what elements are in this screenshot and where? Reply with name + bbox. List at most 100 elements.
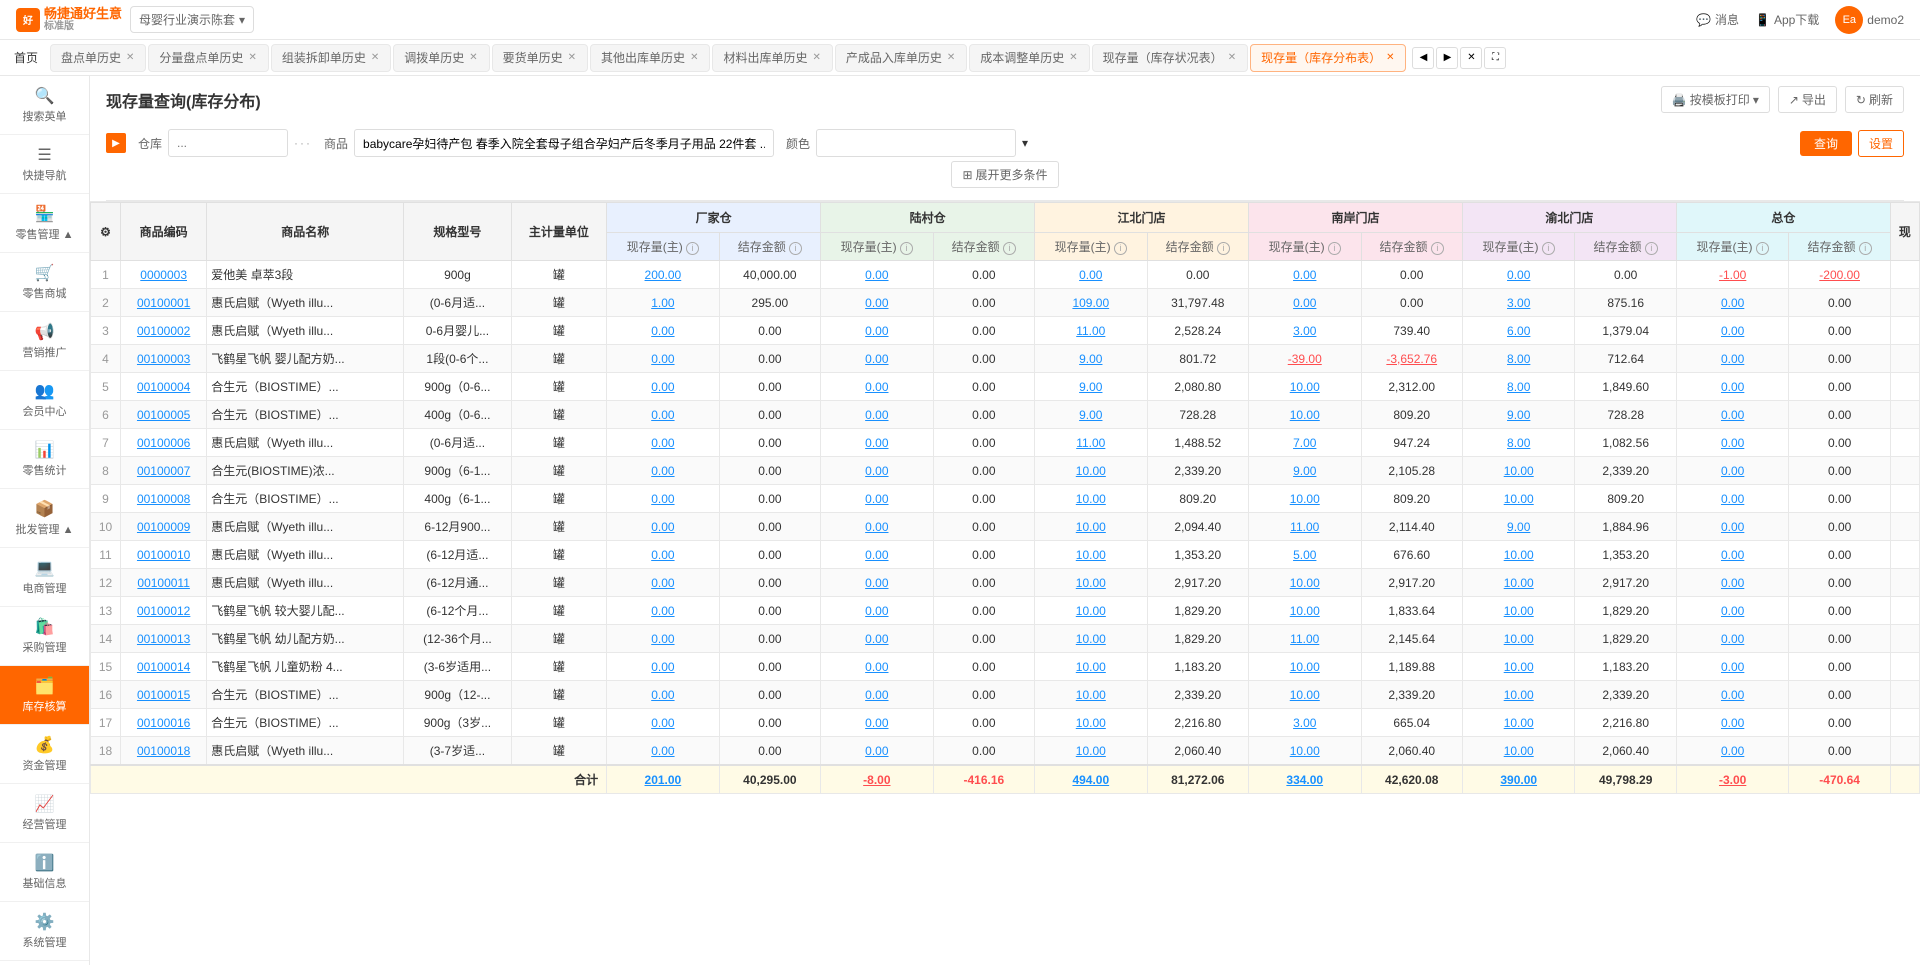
table-cell[interactable]: 0.00 xyxy=(607,737,720,766)
print-btn[interactable]: 🖨️ 按模板打印 ▾ xyxy=(1661,86,1770,113)
footer-total-qty[interactable]: -3.00 xyxy=(1676,765,1789,794)
table-cell[interactable]: 10.00 xyxy=(1249,569,1362,597)
table-cell[interactable]: 10.00 xyxy=(1035,597,1148,625)
table-cell[interactable]: 0.00 xyxy=(607,345,720,373)
table-cell[interactable]: 10.00 xyxy=(1462,457,1575,485)
table-cell[interactable]: 10.00 xyxy=(1249,373,1362,401)
table-cell[interactable]: 10.00 xyxy=(1462,709,1575,737)
table-cell[interactable]: 10.00 xyxy=(1462,569,1575,597)
footer-lc-qty[interactable]: -8.00 xyxy=(821,765,934,794)
table-cell[interactable]: 10.00 xyxy=(1035,569,1148,597)
table-cell[interactable]: 10.00 xyxy=(1249,597,1362,625)
table-cell[interactable]: 0000003 xyxy=(121,261,207,289)
table-cell[interactable]: 10.00 xyxy=(1249,737,1362,766)
table-cell[interactable]: 5.00 xyxy=(1249,541,1362,569)
table-cell[interactable]: 0.00 xyxy=(607,653,720,681)
table-cell[interactable]: 0.00 xyxy=(1676,373,1789,401)
table-cell[interactable]: 0.00 xyxy=(821,345,934,373)
table-cell[interactable]: 0.00 xyxy=(821,709,934,737)
table-cell[interactable]: 0.00 xyxy=(607,541,720,569)
sidebar-item-mall[interactable]: 🛒 零售商城 xyxy=(0,253,89,312)
tab-material-out[interactable]: 材料出库单历史 ✕ xyxy=(712,44,832,72)
company-selector[interactable]: 母婴行业演示陈套 ▾ xyxy=(130,6,254,33)
table-cell[interactable]: 0.00 xyxy=(821,513,934,541)
table-cell[interactable]: 0.00 xyxy=(1676,513,1789,541)
sidebar-item-retail[interactable]: 🏪 零售管理 ▲ xyxy=(0,194,89,253)
table-cell[interactable]: 10.00 xyxy=(1035,541,1148,569)
table-cell[interactable]: 10.00 xyxy=(1035,737,1148,766)
table-cell[interactable]: 0.00 xyxy=(607,401,720,429)
sidebar-item-operation[interactable]: 📈 经营管理 xyxy=(0,784,89,843)
table-cell[interactable]: 10.00 xyxy=(1462,653,1575,681)
user-info[interactable]: Ea demo2 xyxy=(1835,6,1904,34)
tab-close-all-btn[interactable]: ✕ xyxy=(1460,47,1482,69)
table-cell[interactable]: 9.00 xyxy=(1462,401,1575,429)
table-cell[interactable]: 0.00 xyxy=(1462,261,1575,289)
table-cell[interactable]: 0.00 xyxy=(607,681,720,709)
table-cell[interactable]: 109.00 xyxy=(1035,289,1148,317)
expand-more-btn[interactable]: ⊞ 展开更多条件 xyxy=(951,161,1058,188)
tab-cost-adjust[interactable]: 成本调整单历史 ✕ xyxy=(969,44,1089,72)
table-cell[interactable]: 0.00 xyxy=(821,429,934,457)
table-cell[interactable]: 00100011 xyxy=(121,569,207,597)
tab-close-icon[interactable]: ✕ xyxy=(1068,51,1078,64)
table-cell[interactable]: 3.00 xyxy=(1249,709,1362,737)
table-cell[interactable]: 0.00 xyxy=(1676,345,1789,373)
table-cell[interactable]: 0.00 xyxy=(821,289,934,317)
table-cell[interactable]: 10.00 xyxy=(1462,681,1575,709)
sidebar-item-purchase[interactable]: 🛍️ 采购管理 xyxy=(0,607,89,666)
table-cell[interactable]: 00100012 xyxy=(121,597,207,625)
table-cell[interactable]: 0.00 xyxy=(821,317,934,345)
table-cell[interactable]: 0.00 xyxy=(1676,597,1789,625)
table-cell[interactable]: 00100013 xyxy=(121,625,207,653)
tab-close-icon[interactable]: ✕ xyxy=(567,51,577,64)
table-cell[interactable]: 0.00 xyxy=(821,625,934,653)
footer-na-qty[interactable]: 334.00 xyxy=(1249,765,1362,794)
table-cell[interactable]: 0.00 xyxy=(1676,401,1789,429)
table-cell[interactable]: 0.00 xyxy=(1249,289,1362,317)
table-cell[interactable]: 0.00 xyxy=(607,373,720,401)
tab-stock-status[interactable]: 现存量（库存状况表）✕ xyxy=(1092,44,1248,72)
table-cell[interactable]: 0.00 xyxy=(821,457,934,485)
table-cell[interactable]: 0.00 xyxy=(1676,289,1789,317)
table-cell[interactable]: 0.00 xyxy=(607,597,720,625)
sidebar-item-retail-stat[interactable]: 📊 零售统计 xyxy=(0,430,89,489)
sidebar-item-system[interactable]: ⚙️ 系统管理 xyxy=(0,902,89,961)
table-cell[interactable]: 10.00 xyxy=(1035,681,1148,709)
tab-other-out[interactable]: 其他出库单历史 ✕ xyxy=(590,44,710,72)
table-cell[interactable]: 10.00 xyxy=(1462,597,1575,625)
tab-portion-count[interactable]: 分量盘点单历史 ✕ xyxy=(148,44,268,72)
table-cell[interactable]: 9.00 xyxy=(1462,513,1575,541)
table-cell[interactable]: 00100001 xyxy=(121,289,207,317)
table-cell[interactable]: 0.00 xyxy=(1676,709,1789,737)
table-cell[interactable]: 8.00 xyxy=(1462,373,1575,401)
sidebar-item-member[interactable]: 👥 会员中心 xyxy=(0,371,89,430)
table-cell[interactable]: 3.00 xyxy=(1249,317,1362,345)
sidebar-item-basic[interactable]: ℹ️ 基础信息 xyxy=(0,843,89,902)
table-cell[interactable]: 0.00 xyxy=(1035,261,1148,289)
tab-assembly[interactable]: 组装拆卸单历史 ✕ xyxy=(271,44,391,72)
tab-close-icon[interactable]: ✕ xyxy=(689,51,699,64)
message-btn[interactable]: 💬 消息 xyxy=(1696,11,1739,28)
table-cell[interactable]: 00100010 xyxy=(121,541,207,569)
table-cell[interactable]: 00100016 xyxy=(121,709,207,737)
collapse-arrow[interactable]: ▶ xyxy=(106,133,126,153)
table-cell[interactable]: 0.00 xyxy=(607,317,720,345)
table-cell[interactable]: 0.00 xyxy=(1676,485,1789,513)
gear-header[interactable]: ⚙ xyxy=(91,203,121,261)
tab-close-icon[interactable]: ✕ xyxy=(946,51,956,64)
table-cell[interactable]: 9.00 xyxy=(1035,373,1148,401)
table-cell[interactable]: 0.00 xyxy=(821,485,934,513)
warehouse-input[interactable] xyxy=(168,129,288,157)
color-input[interactable] xyxy=(816,129,1016,157)
table-cell[interactable]: 0.00 xyxy=(1676,457,1789,485)
table-cell[interactable]: 200.00 xyxy=(607,261,720,289)
sidebar-item-ecommerce[interactable]: 💻 电商管理 xyxy=(0,548,89,607)
table-cell[interactable]: 0.00 xyxy=(1676,737,1789,766)
table-cell[interactable]: 0.00 xyxy=(607,569,720,597)
table-cell[interactable]: 0.00 xyxy=(607,485,720,513)
table-cell[interactable]: -39.00 xyxy=(1249,345,1362,373)
table-cell[interactable]: 00100007 xyxy=(121,457,207,485)
table-cell[interactable]: 8.00 xyxy=(1462,345,1575,373)
sidebar-item-search[interactable]: 🔍 搜索英单 xyxy=(0,76,89,135)
